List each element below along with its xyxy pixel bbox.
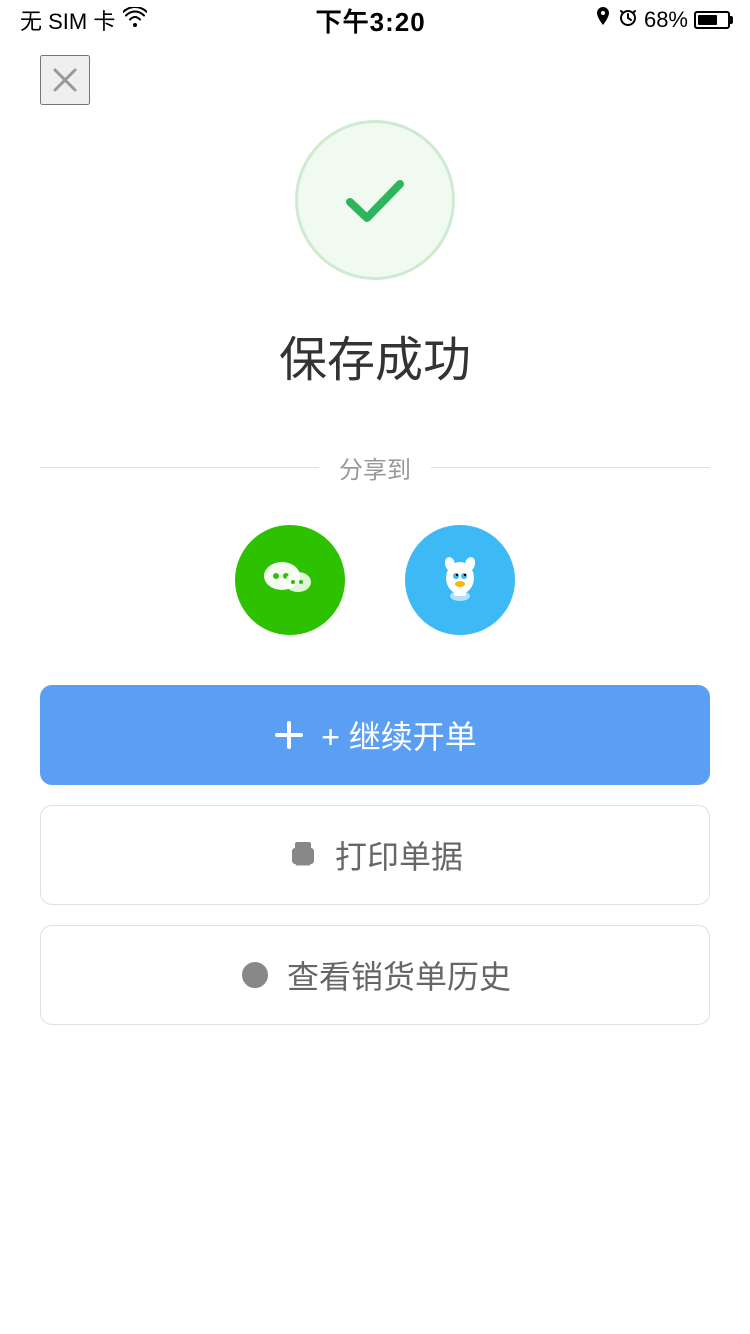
main-content: 保存成功 分享到 — [0, 40, 750, 1025]
battery-icon — [694, 11, 730, 29]
continue-button[interactable]: + 继续开单 — [40, 685, 710, 785]
history-icon — [239, 959, 271, 991]
share-icons — [40, 525, 710, 635]
print-button[interactable]: 打印单据 — [40, 805, 710, 905]
share-label: 分享到 — [339, 450, 411, 485]
location-icon — [594, 7, 612, 33]
qq-icon — [430, 550, 490, 610]
qq-share-button[interactable] — [405, 525, 515, 635]
battery-percentage: 68% — [644, 7, 688, 33]
share-section: 分享到 — [0, 450, 750, 635]
no-sim-text: 无 SIM 卡 — [20, 4, 115, 36]
wechat-share-button[interactable] — [235, 525, 345, 635]
plus-icon — [273, 719, 305, 751]
wifi-icon — [123, 7, 147, 33]
history-button[interactable]: 查看销货单历史 — [40, 925, 710, 1025]
status-bar: 无 SIM 卡 下午3:20 68% — [0, 0, 750, 40]
print-label: 打印单据 — [335, 832, 463, 878]
history-label: 查看销货单历史 — [287, 952, 511, 998]
status-right: 68% — [594, 7, 730, 33]
actions-section: + 继续开单 打印单据 查看销货单历史 — [0, 685, 750, 1025]
checkmark-icon — [335, 160, 415, 240]
status-left: 无 SIM 卡 — [20, 4, 147, 36]
success-circle — [295, 120, 455, 280]
status-time: 下午3:20 — [316, 2, 426, 39]
alarm-icon — [618, 7, 638, 33]
success-title: 保存成功 — [279, 320, 471, 390]
continue-label: + 继续开单 — [321, 712, 477, 758]
print-icon — [287, 839, 319, 871]
close-button[interactable] — [40, 55, 90, 105]
wechat-icon — [260, 550, 320, 610]
share-divider: 分享到 — [40, 450, 710, 485]
